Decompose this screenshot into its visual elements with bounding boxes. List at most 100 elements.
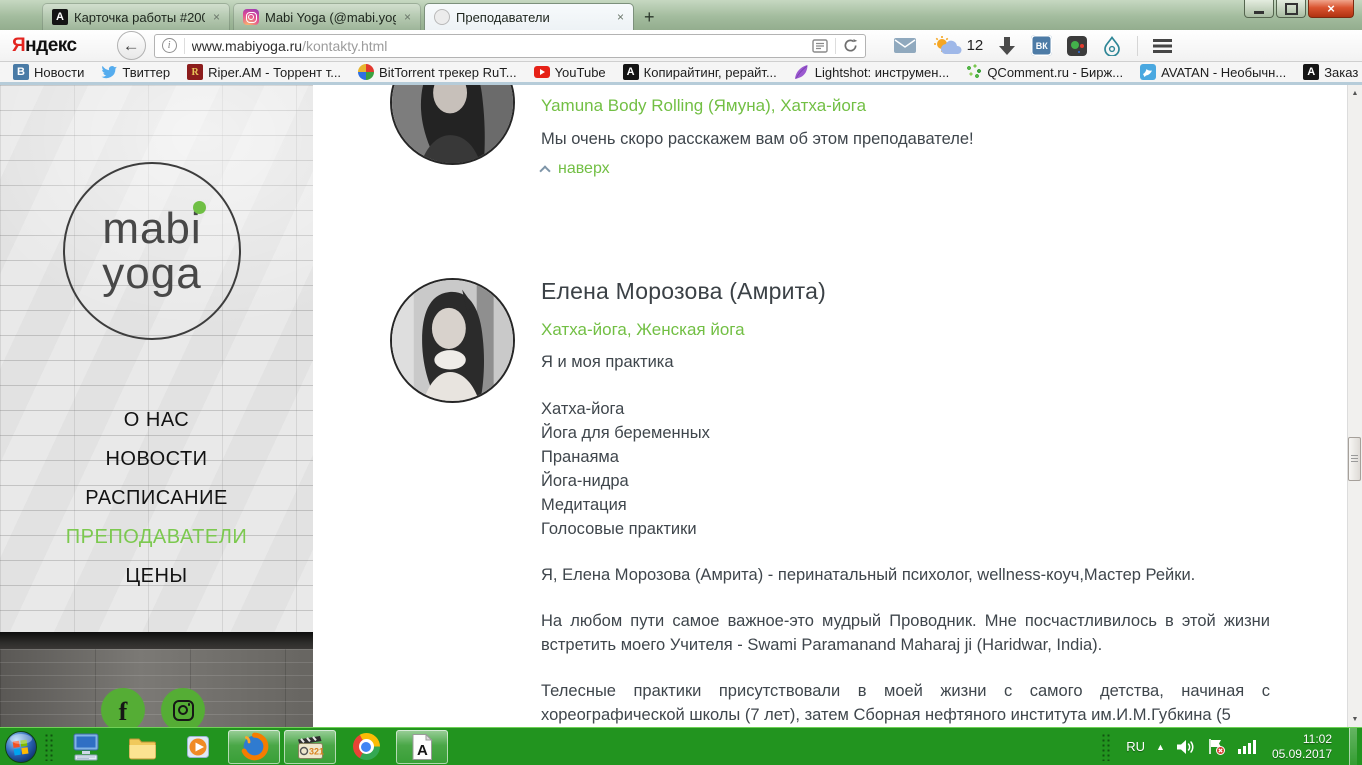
bookmark-zakaz[interactable]: AЗаказ 12784796 / 190....	[1298, 64, 1362, 80]
url-text[interactable]: www.mabiyoga.ru/kontakty.html	[192, 38, 805, 54]
bookmark-bittorrent[interactable]: BitTorrent трекер RuT...	[353, 64, 522, 80]
photo-editor-icon[interactable]	[1067, 35, 1088, 56]
practice-item: Хатха-йога	[541, 400, 625, 418]
back-to-top-label: наверх	[558, 160, 610, 177]
vk-icon[interactable]: ВК	[1031, 35, 1053, 56]
media-player-classic-icon: 321	[297, 735, 324, 759]
new-tab-button[interactable]: +	[644, 8, 655, 26]
facebook-button[interactable]: f	[101, 688, 145, 727]
weather-widget[interactable]: 12	[931, 35, 983, 56]
menu-item-about[interactable]: О НАС	[0, 401, 313, 440]
tray-expand-icon[interactable]: ▲	[1156, 742, 1165, 752]
site-sidebar: mabi yoga О НАС НОВОСТИ РАСПИСАНИЕ ПРЕПО…	[0, 85, 313, 727]
tab-advego-work-card[interactable]: A Карточка работы #20097636 ×	[42, 3, 230, 30]
reader-mode-icon[interactable]	[811, 38, 828, 53]
taskbar-show-desktop-toolbar[interactable]	[60, 730, 112, 764]
tab-teachers-active[interactable]: Преподаватели ×	[424, 3, 634, 30]
tray-grip	[1101, 732, 1112, 761]
advego-icon: A	[1303, 64, 1320, 80]
taskbar-firefox-button-active[interactable]	[228, 729, 280, 764]
scroll-up-arrow[interactable]: ▲	[1348, 85, 1362, 101]
bookmark-label: Lightshot: инструмен...	[814, 64, 950, 80]
droplet-icon[interactable]	[1102, 35, 1122, 56]
taskbar-advego-button-active[interactable]: A	[396, 729, 448, 764]
tab-instagram-mabi-yoga[interactable]: Mabi Yoga (@mabi.yoga) • Ф ×	[233, 3, 421, 30]
mail-icon[interactable]	[893, 38, 916, 53]
close-button[interactable]: ×	[1308, 0, 1354, 18]
bookmark-novosti[interactable]: В Новости	[8, 64, 89, 80]
bookmark-label: Riper.AM - Торрент т...	[208, 64, 342, 80]
bookmark-qcomment[interactable]: QComment.ru - Бирж...	[961, 64, 1128, 80]
social-links: f	[101, 688, 205, 727]
vertical-scrollbar[interactable]: ▲ ▼	[1347, 85, 1362, 727]
taskbar-chrome-button[interactable]	[340, 730, 392, 764]
chevron-up-icon	[539, 165, 551, 177]
windows-taskbar: 321 A RU ▲ 11:02 05.09.2017	[0, 727, 1362, 765]
teacher-photo	[390, 278, 515, 403]
scrollbar-thumb[interactable]	[1348, 437, 1361, 481]
advego-letter: A	[417, 742, 428, 759]
reload-icon[interactable]	[843, 38, 858, 53]
yandex-logo[interactable]: Яндекс	[12, 35, 77, 57]
sidebar-footer: f	[0, 632, 313, 727]
language-indicator[interactable]: RU	[1126, 739, 1145, 754]
practice-item: Голосовые практики	[541, 520, 697, 538]
network-signal-icon[interactable]	[1237, 739, 1257, 754]
minimize-button[interactable]	[1244, 0, 1274, 18]
maximize-button[interactable]	[1276, 0, 1306, 18]
tab-close-icon[interactable]: ×	[211, 10, 222, 24]
bio-paragraph: Я, Елена Морозова (Амрита) - перинатальн…	[541, 566, 1196, 584]
lightshot-feather-icon	[794, 64, 810, 80]
bookmark-lightshot[interactable]: Lightshot: инструмен...	[789, 64, 955, 80]
back-to-top-link[interactable]: наверх	[539, 160, 1270, 178]
tab-close-icon[interactable]: ×	[615, 10, 626, 24]
logo-line-2: yoga	[102, 249, 202, 298]
show-desktop-button[interactable]	[1349, 727, 1357, 765]
logo-green-dot	[192, 201, 206, 214]
teacher-info: Yamuna Body Rolling (Ямуна), Хатха-йога …	[539, 85, 1270, 178]
volume-icon[interactable]	[1176, 739, 1196, 755]
bookmark-riper[interactable]: R Riper.AM - Торрент т...	[182, 64, 346, 80]
bookmark-avatan[interactable]: AVATAN - Необычн...	[1135, 64, 1291, 80]
menu-hamburger-icon[interactable]	[1153, 38, 1173, 53]
taskbar-clock[interactable]: 11:02 05.09.2017	[1272, 732, 1332, 762]
scroll-down-arrow[interactable]: ▼	[1348, 711, 1362, 727]
teacher-name: Елена Морозова (Амрита)	[541, 278, 826, 304]
menu-item-teachers-active[interactable]: ПРЕПОДАВАТЕЛИ	[0, 518, 313, 557]
riper-icon: R	[187, 64, 204, 80]
youtube-icon	[533, 66, 550, 78]
url-path: /kontakty.html	[302, 37, 388, 54]
practice-item: Йога-нидра	[541, 472, 629, 490]
browser-titlebar: A Карточка работы #20097636 × Mabi Yoga …	[0, 0, 1362, 30]
bio-paragraph: На любом пути самое важное-это мудрый Пр…	[541, 612, 1270, 654]
site-info-icon[interactable]: i	[161, 38, 177, 53]
teacher-info: Елена Морозова (Амрита) Хатха-йога, Женс…	[541, 278, 1270, 727]
tab-title: Карточка работы #20097636	[74, 9, 205, 25]
bookmark-youtube[interactable]: YouTube	[529, 65, 611, 80]
mabi-yoga-logo[interactable]: mabi yoga	[63, 162, 241, 340]
download-icon[interactable]	[998, 36, 1016, 56]
bookmark-label: Копирайтинг, рерайт...	[643, 64, 777, 80]
tab-close-icon[interactable]: ×	[402, 10, 413, 24]
back-button[interactable]: ←	[116, 31, 146, 60]
facebook-icon: f	[118, 697, 128, 726]
mabi-yoga-favicon	[434, 9, 450, 25]
start-button[interactable]	[4, 730, 38, 764]
instagram-button[interactable]	[161, 688, 205, 727]
address-bar[interactable]: i www.mabiyoga.ru/kontakty.html	[153, 33, 866, 58]
clock-date: 05.09.2017	[1271, 746, 1332, 761]
folder-icon	[129, 738, 156, 759]
bio-paragraph: Телесные практики присутствовали в моей …	[541, 682, 1270, 724]
taskbar-mpc-button-active[interactable]: 321	[284, 729, 336, 764]
bookmark-twitter[interactable]: Твиттер	[96, 64, 175, 80]
teacher-portrait-image	[392, 85, 513, 163]
menu-item-prices[interactable]: ЦЕНЫ	[0, 557, 313, 596]
menu-item-schedule[interactable]: РАСПИСАНИЕ	[0, 479, 313, 518]
taskbar-explorer-button[interactable]	[116, 730, 168, 764]
bookmark-label: Твиттер	[122, 64, 171, 80]
taskbar-media-player-button[interactable]	[172, 730, 224, 764]
menu-item-news[interactable]: НОВОСТИ	[0, 440, 313, 479]
bookmark-kopirajting[interactable]: A Копирайтинг, рерайт...	[618, 64, 782, 80]
action-center-flag-icon[interactable]	[1207, 738, 1226, 755]
yandex-logo-rest: ндекс	[25, 34, 77, 56]
